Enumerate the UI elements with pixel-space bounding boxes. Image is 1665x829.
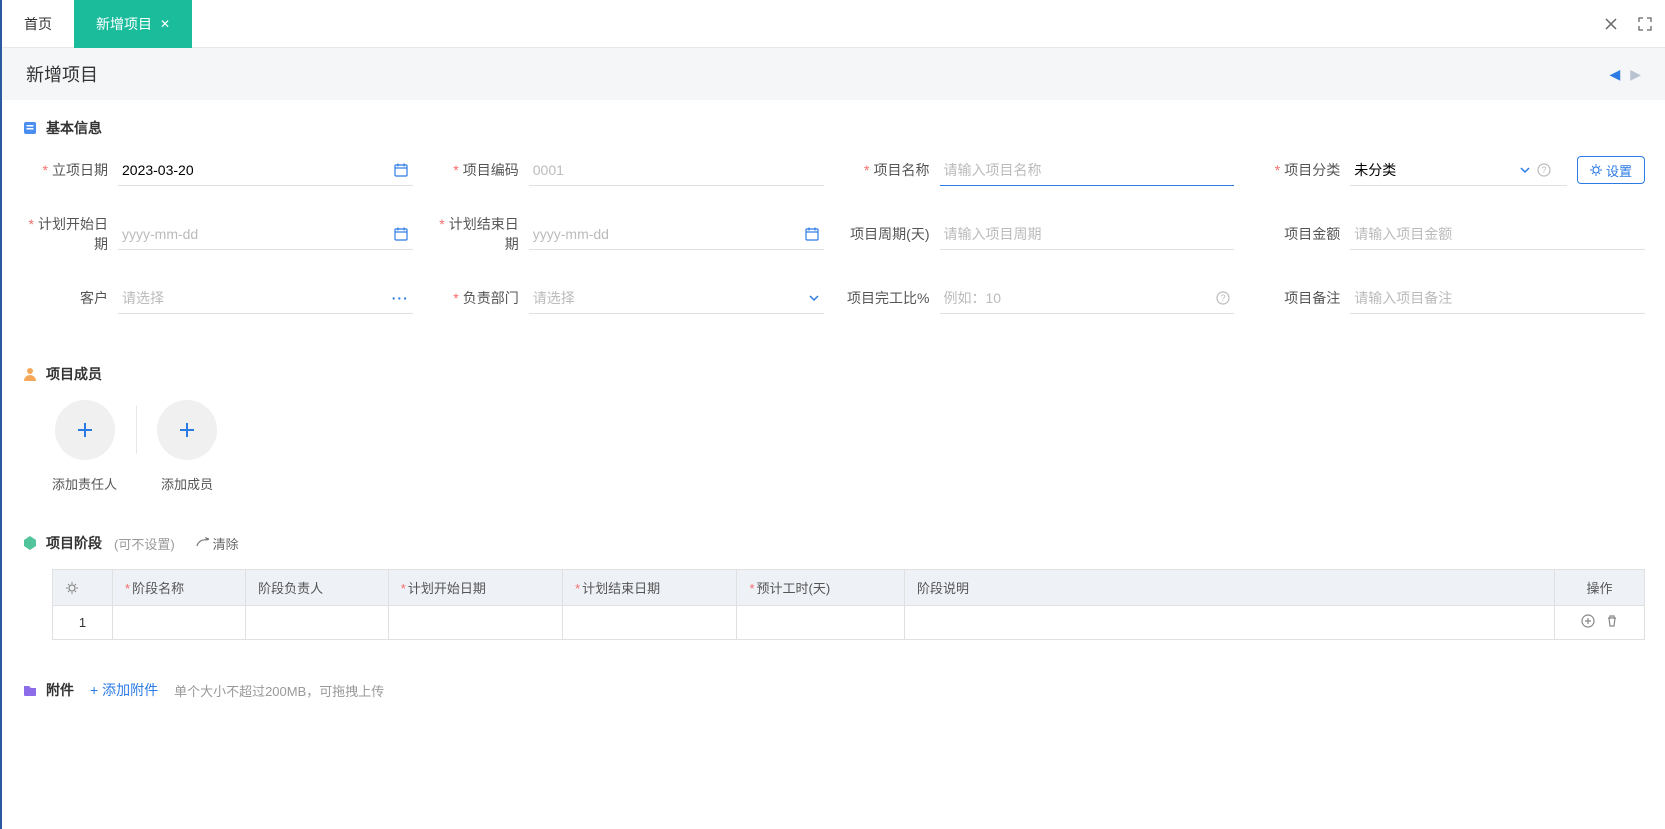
next-arrow-icon[interactable]: ▶ (1630, 66, 1641, 83)
label-category: 项目分类 (1254, 160, 1350, 180)
cell-phase-desc[interactable] (905, 606, 1555, 640)
more-icon[interactable]: ··· (392, 290, 409, 306)
label-period: 项目周期(天) (844, 224, 940, 244)
label-customer: 客户 (22, 288, 118, 308)
svg-text:?: ? (1541, 165, 1546, 175)
add-member-button[interactable] (157, 400, 217, 460)
label-dept: 负责部门 (433, 288, 529, 308)
plan-end-input[interactable] (529, 218, 824, 250)
add-member: 添加成员 (157, 400, 217, 493)
table-header-row: 阶段名称 阶段负责人 计划开始日期 计划结束日期 预计工时(天) 阶段说明 操作 (53, 570, 1645, 606)
clear-phases-button[interactable]: 清除 (195, 534, 239, 553)
close-icon[interactable]: ✕ (160, 17, 170, 31)
col-plan-start: 计划开始日期 (388, 570, 562, 606)
add-owner: 添加责任人 (52, 400, 117, 493)
plan-start-input[interactable] (118, 218, 413, 250)
section-basic-info: 基本信息 立项日期 项目编码 项目名称 (22, 118, 1645, 314)
help-icon[interactable]: ? (1537, 163, 1551, 177)
chevron-down-icon[interactable] (1519, 164, 1531, 176)
page-title: 新增项目 (26, 61, 98, 87)
label-remark: 项目备注 (1254, 288, 1350, 308)
col-phase-owner: 阶段负责人 (246, 570, 389, 606)
remark-input[interactable] (1350, 282, 1645, 314)
clear-label: 清除 (213, 534, 239, 553)
row-index: 1 (53, 606, 113, 640)
section-members: 项目成员 添加责任人 添加成员 (22, 364, 1645, 493)
add-row-icon[interactable] (1581, 614, 1595, 628)
label-name: 项目名称 (844, 160, 940, 180)
section-title: 项目阶段 (46, 533, 102, 553)
section-title: 基本信息 (46, 118, 102, 138)
config-button[interactable]: 设置 (1577, 156, 1645, 184)
add-member-label: 添加成员 (161, 474, 213, 493)
cell-phase-name[interactable] (113, 606, 246, 640)
col-plan-end: 计划结束日期 (563, 570, 737, 606)
chevron-down-icon[interactable] (808, 292, 820, 304)
code-input[interactable] (529, 154, 824, 186)
section-icon (22, 535, 38, 551)
col-phase-desc: 阶段说明 (905, 570, 1555, 606)
section-title: 附件 (46, 680, 74, 700)
section-hint: (可不设置) (114, 534, 175, 553)
cell-est-hours[interactable] (737, 606, 905, 640)
cell-plan-start[interactable] (388, 606, 562, 640)
tab-home[interactable]: 首页 (2, 0, 74, 48)
col-phase-name: 阶段名称 (113, 570, 246, 606)
attachment-hint: 单个大小不超过200MB，可拖拽上传 (174, 681, 384, 700)
svg-text:?: ? (1221, 293, 1226, 303)
col-operations: 操作 (1555, 570, 1645, 606)
section-phases: 项目阶段 (可不设置) 清除 阶段名称 阶段负责人 计划开始日期 计划结束日期 … (22, 533, 1645, 640)
category-select[interactable] (1350, 154, 1567, 186)
label-progress: 项目完工比% (844, 288, 940, 308)
label-code: 项目编码 (433, 160, 529, 180)
section-title: 项目成员 (46, 364, 102, 384)
cell-phase-owner[interactable] (246, 606, 389, 640)
tab-label: 首页 (24, 14, 52, 34)
fullscreen-icon[interactable] (1635, 14, 1655, 34)
col-est-hours: 预计工时(天) (737, 570, 905, 606)
config-button-label: 设置 (1606, 161, 1632, 180)
amount-input[interactable] (1350, 218, 1645, 250)
delete-row-icon[interactable] (1605, 614, 1619, 628)
add-owner-button[interactable] (55, 400, 115, 460)
tab-bar: 首页 新增项目 ✕ (2, 0, 1665, 48)
tab-label: 新增项目 (96, 14, 152, 34)
calendar-icon[interactable] (804, 226, 820, 242)
label-plan-end: 计划结束日期 (433, 214, 529, 254)
label-create-date: 立项日期 (22, 160, 118, 180)
close-window-icon[interactable] (1601, 14, 1621, 34)
label-amount: 项目金额 (1254, 224, 1350, 244)
page-header: 新增项目 ◀ ▶ (2, 48, 1665, 100)
dept-select[interactable] (529, 282, 824, 314)
customer-select[interactable] (118, 282, 413, 314)
section-icon (22, 366, 38, 382)
section-attachments: 附件 + 添加附件 单个大小不超过200MB，可拖拽上传 (22, 680, 1645, 700)
period-input[interactable] (940, 218, 1235, 250)
cell-plan-end[interactable] (563, 606, 737, 640)
help-icon[interactable]: ? (1216, 291, 1230, 305)
gear-column[interactable] (53, 570, 113, 606)
section-icon (22, 120, 38, 136)
prev-arrow-icon[interactable]: ◀ (1609, 66, 1620, 83)
name-input[interactable] (940, 154, 1235, 186)
table-row: 1 (53, 606, 1645, 640)
add-attachment-button[interactable]: + 添加附件 (90, 680, 158, 700)
create-date-input[interactable] (118, 154, 413, 186)
progress-input[interactable] (940, 282, 1235, 314)
tab-new-project[interactable]: 新增项目 ✕ (74, 0, 192, 48)
phase-table: 阶段名称 阶段负责人 计划开始日期 计划结束日期 预计工时(天) 阶段说明 操作… (52, 569, 1645, 640)
add-owner-label: 添加责任人 (52, 474, 117, 493)
calendar-icon[interactable] (393, 162, 409, 178)
label-plan-start: 计划开始日期 (22, 214, 118, 254)
calendar-icon[interactable] (393, 226, 409, 242)
section-icon (22, 682, 38, 698)
